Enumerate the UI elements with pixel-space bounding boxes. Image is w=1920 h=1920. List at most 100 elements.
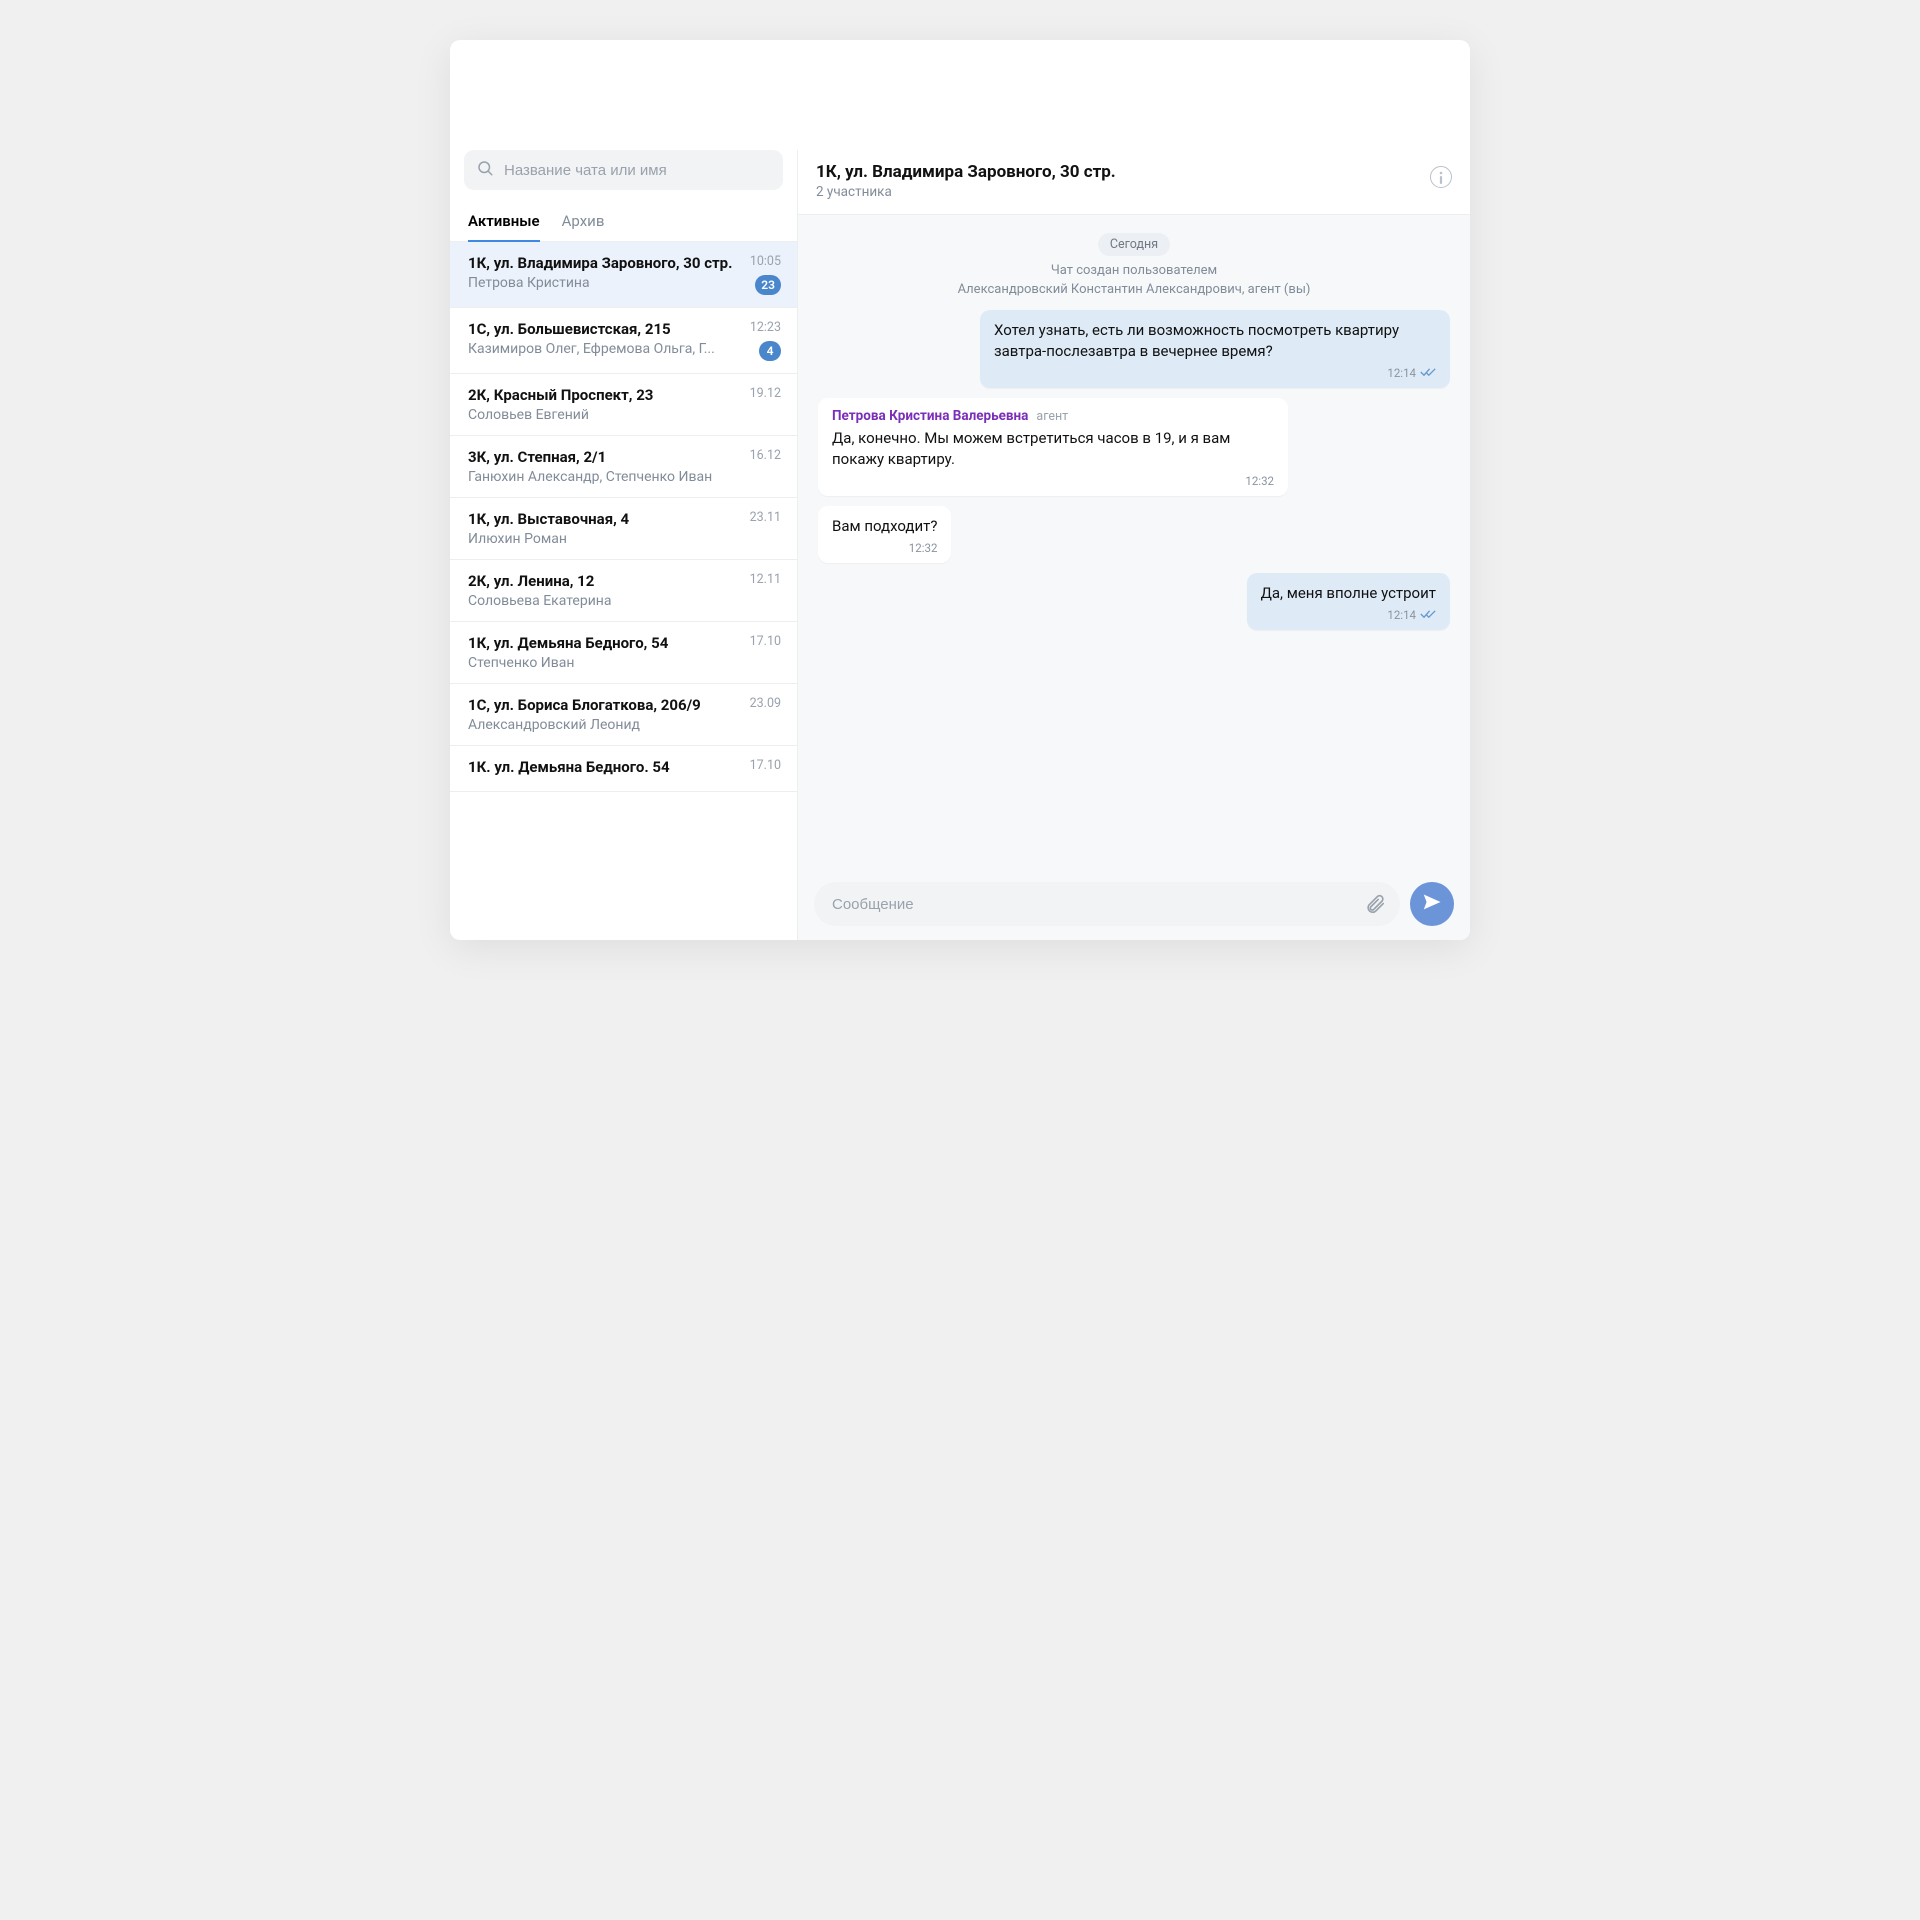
chat-item-subtitle: Александровский Леонид: [468, 717, 740, 733]
message-row-outgoing: Да, меня вполне устроит 12:14: [818, 573, 1450, 630]
sidebar-tabs: Активные Архив: [450, 200, 797, 242]
system-note-line: Чат создан пользователем: [818, 262, 1450, 281]
chat-item-meta: 10:05 23: [750, 254, 781, 295]
message-list[interactable]: Сегодня Чат создан пользователем Алексан…: [798, 215, 1470, 868]
chat-item-meta: 23.11: [750, 510, 781, 547]
window-top-spacer: [450, 40, 1470, 150]
chat-item-subtitle: Казимиров Олег, Ефремова Ольга, Г...: [468, 341, 740, 357]
message-meta: 12:32: [832, 541, 937, 555]
chat-item-time: 23.09: [750, 696, 781, 711]
chat-app-window: Активные Архив 1К, ул. Владимира Заровно…: [450, 40, 1470, 940]
message-text: Да, конечно. Мы можем встретиться часов …: [832, 428, 1274, 470]
message-time: 12:32: [1245, 474, 1274, 488]
message-author-row: Петрова Кристина Валерьевна агент: [832, 408, 1274, 424]
chat-item-subtitle: Петрова Кристина: [468, 275, 740, 291]
conversation-header: 1К, ул. Владимира Заровного, 30 стр. 2 у…: [798, 150, 1470, 215]
message-text: Хотел узнать, есть ли возможность посмот…: [994, 320, 1436, 362]
message-time: 12:14: [1387, 608, 1416, 622]
message-bubble[interactable]: Вам подходит? 12:32: [818, 506, 951, 563]
chat-list-item[interactable]: 1К, ул. Выставочная, 4 Илюхин Роман 23.11: [450, 498, 797, 560]
chat-item-title: 1К, ул. Выставочная, 4: [468, 510, 740, 528]
date-pill: Сегодня: [1098, 233, 1170, 256]
chat-item-meta: 17.10: [750, 758, 781, 779]
chat-item-main: 2К, ул. Ленина, 12 Соловьева Екатерина: [468, 572, 740, 609]
conversation-subtitle: 2 участника: [816, 184, 1418, 200]
chat-item-title: 1С, ул. Бориса Блогаткова, 206/9: [468, 696, 740, 714]
chat-item-main: 1К. ул. Демьяна Бедного. 54: [468, 758, 740, 779]
chat-item-title: 1К, ул. Владимира Заровного, 30 стр.: [468, 254, 740, 272]
compose-input-container[interactable]: [814, 882, 1400, 926]
search-input[interactable]: [504, 162, 771, 179]
chat-list-item[interactable]: 1К. ул. Демьяна Бедного. 54 17.10: [450, 746, 797, 792]
search-input-container[interactable]: [464, 150, 783, 190]
message-time: 12:32: [909, 541, 938, 555]
send-button[interactable]: [1410, 882, 1454, 926]
date-separator: Сегодня: [1098, 233, 1170, 252]
search-icon: [476, 159, 494, 181]
chat-item-subtitle: Степченко Иван: [468, 655, 740, 671]
chat-list-item[interactable]: 1К, ул. Демьяна Бедного, 54Степченко Ива…: [450, 622, 797, 684]
chat-item-meta: 17.10: [750, 634, 781, 671]
chat-item-subtitle: Соловьев Евгений: [468, 407, 740, 423]
message-text: Вам подходит?: [832, 516, 937, 537]
paperclip-icon[interactable]: [1364, 893, 1386, 915]
system-note: Чат создан пользователем Александровский…: [818, 262, 1450, 300]
chat-item-main: 1К, ул. Выставочная, 4 Илюхин Роман: [468, 510, 740, 547]
chat-item-main: 1К, ул. Владимира Заровного, 30 стр. Петр…: [468, 254, 740, 295]
sidebar: Активные Архив 1К, ул. Владимира Заровно…: [450, 150, 798, 940]
chat-item-meta: 12:234: [750, 320, 781, 361]
send-icon: [1422, 892, 1442, 916]
chat-item-main: 1С, ул. Бориса Блогаткова, 206/9 Александ…: [468, 696, 740, 733]
info-icon[interactable]: [1430, 166, 1452, 188]
message-input[interactable]: [832, 896, 1354, 913]
chat-list-item[interactable]: 1С, ул. Большевистская, 215Казимиров Оле…: [450, 308, 797, 374]
chat-item-meta: 16.12: [750, 448, 781, 485]
message-meta: 12:32: [832, 474, 1274, 488]
message-author-name: Петрова Кристина Валерьевна: [832, 408, 1028, 424]
message-text: Да, меня вполне устроит: [1261, 583, 1436, 604]
message-row-incoming: Петрова Кристина Валерьевна агент Да, коне…: [818, 398, 1450, 496]
chat-item-time: 10:05: [750, 254, 781, 269]
search-wrap: [450, 150, 797, 200]
unread-badge: 23: [755, 275, 781, 295]
chat-item-time: 17.10: [750, 634, 781, 649]
chat-item-subtitle: Соловьева Екатерина: [468, 593, 740, 609]
chat-list-item[interactable]: 1К, ул. Владимира Заровного, 30 стр. Петр…: [450, 242, 797, 308]
chat-item-subtitle: Ганюхин Александр, Степченко Иван: [468, 469, 740, 485]
chat-list[interactable]: 1К, ул. Владимира Заровного, 30 стр. Петр…: [450, 242, 797, 940]
conversation-header-main: 1К, ул. Владимира Заровного, 30 стр. 2 у…: [816, 162, 1418, 200]
chat-list-item[interactable]: 3К, ул. Степная, 2/1 Ганюхин Александр, С…: [450, 436, 797, 498]
tab-archive[interactable]: Архив: [562, 206, 605, 242]
chat-item-time: 17.10: [750, 758, 781, 773]
conversation-title: 1К, ул. Владимира Заровного, 30 стр.: [816, 162, 1418, 182]
tab-active[interactable]: Активные: [468, 206, 540, 242]
chat-item-time: 12.11: [750, 572, 781, 587]
chat-list-item[interactable]: 1С, ул. Бориса Блогаткова, 206/9 Александ…: [450, 684, 797, 746]
chat-list-item[interactable]: 2К, ул. Ленина, 12 Соловьева Екатерина 12.…: [450, 560, 797, 622]
message-author-role: агент: [1036, 409, 1068, 424]
chat-item-time: 19.12: [750, 386, 781, 401]
message-row-incoming: Вам подходит? 12:32: [818, 506, 1450, 563]
read-double-check-icon: [1420, 608, 1436, 622]
chat-item-subtitle: Илюхин Роман: [468, 531, 740, 547]
message-bubble[interactable]: Да, меня вполне устроит 12:14: [1247, 573, 1450, 630]
chat-item-meta: 12.11: [750, 572, 781, 609]
chat-item-title: 1К. ул. Демьяна Бедного. 54: [468, 758, 740, 776]
chat-item-main: 1С, ул. Большевистская, 215Казимиров Оле…: [468, 320, 740, 361]
chat-item-time: 12:23: [750, 320, 781, 335]
chat-item-meta: 23.09: [750, 696, 781, 733]
chat-item-meta: 19.12: [750, 386, 781, 423]
message-row-outgoing: Хотел узнать, есть ли возможность посмот…: [818, 310, 1450, 388]
chat-item-time: 16.12: [750, 448, 781, 463]
message-bubble[interactable]: Петрова Кристина Валерьевна агент Да, коне…: [818, 398, 1288, 496]
conversation-pane: 1К, ул. Владимира Заровного, 30 стр. 2 у…: [798, 150, 1470, 940]
chat-item-title: 3К, ул. Степная, 2/1: [468, 448, 740, 466]
message-meta: 12:14: [1261, 608, 1436, 622]
chat-list-item[interactable]: 2К, Красный Проспект, 23Соловьев Евгений…: [450, 374, 797, 436]
message-bubble[interactable]: Хотел узнать, есть ли возможность посмот…: [980, 310, 1450, 388]
chat-item-main: 1К, ул. Демьяна Бедного, 54Степченко Ива…: [468, 634, 740, 671]
system-note-line: Александровский Константин Александрович…: [818, 281, 1450, 300]
read-double-check-icon: [1420, 366, 1436, 380]
chat-item-main: 3К, ул. Степная, 2/1 Ганюхин Александр, С…: [468, 448, 740, 485]
chat-item-title: 2К, ул. Ленина, 12: [468, 572, 740, 590]
